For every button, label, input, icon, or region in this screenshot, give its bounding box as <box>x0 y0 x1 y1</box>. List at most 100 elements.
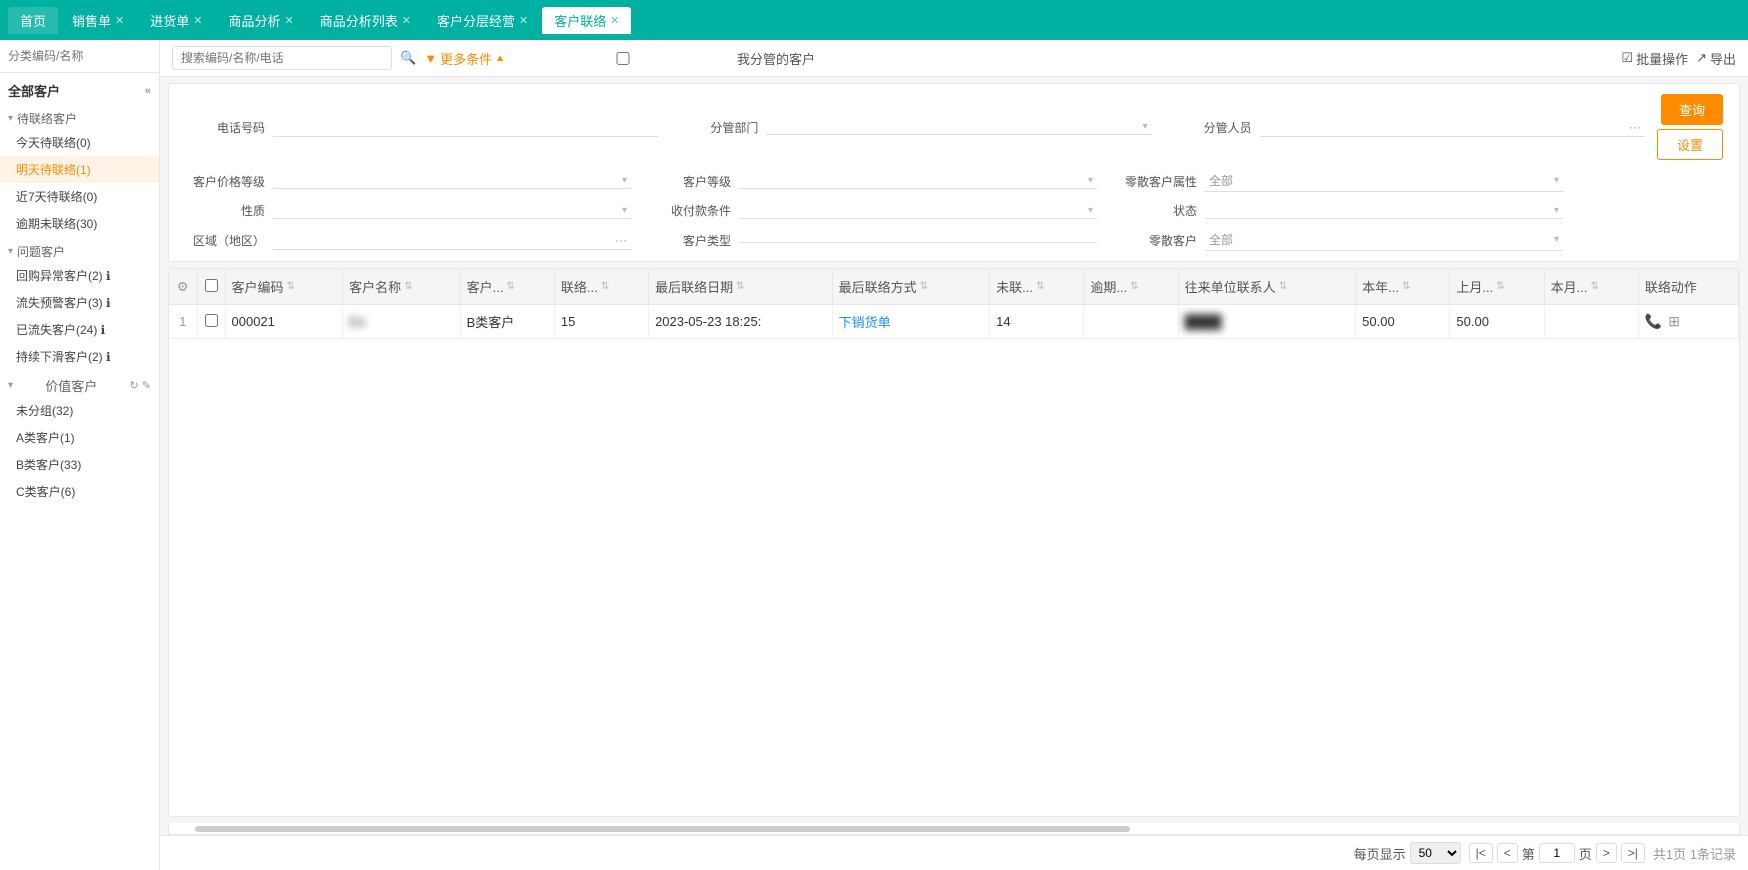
reset-button[interactable]: 设置 <box>1657 129 1723 160</box>
close-icon[interactable]: ✕ <box>285 14 294 27</box>
close-icon[interactable]: ✕ <box>193 14 202 27</box>
payment-label: 收付款条件 <box>651 202 731 219</box>
sidebar-item-overdue-contact[interactable]: 逾期未联络(30) <box>0 210 159 237</box>
checkbox-col-header <box>197 269 225 305</box>
chevron-down-icon: ▾ <box>622 205 627 216</box>
sidebar-item-tomorrow-contact[interactable]: 明天待联络(1) <box>0 156 159 183</box>
nav-product-analysis[interactable]: 商品分析 ✕ <box>216 7 305 34</box>
data-table-container: ⚙ 客户编码 ⇅ 客户名称 ⇅ 客户... ⇅ <box>168 268 1740 817</box>
search-input[interactable] <box>172 46 392 70</box>
last-contact-method-link[interactable]: 下销货单 <box>839 315 891 330</box>
nav-purchase[interactable]: 进货单 ✕ <box>138 7 214 34</box>
sidebar-item-b-class[interactable]: B类客户(33) <box>0 451 159 478</box>
filter-retail-attr: 零散客户属性 全部 ▾ <box>1117 170 1563 192</box>
more-icon[interactable]: ··· <box>1629 120 1641 134</box>
manager-select[interactable]: ··· <box>1260 118 1645 137</box>
filter-row-2: 客户价格等级 ▾ 客户等级 ▾ 零散客户属性 <box>185 170 1723 192</box>
retail-select[interactable]: 全部 ▾ <box>1205 229 1563 251</box>
sidebar-item-ungrouped[interactable]: 未分组(32) <box>0 397 159 424</box>
per-page-label: 每页显示 <box>1354 844 1406 863</box>
nav-purchase-label: 进货单 <box>150 11 189 30</box>
more-conditions-btn[interactable]: ▼ 更多条件 ▲ <box>424 49 505 68</box>
payment-select[interactable]: ▾ <box>739 203 1097 219</box>
nav-customer-contact[interactable]: 客户联络 ✕ <box>542 7 631 34</box>
customer-type-select[interactable] <box>739 238 1097 243</box>
more-icon[interactable]: ··· <box>615 233 627 247</box>
batch-operation-btn[interactable]: ☑ 批量操作 <box>1621 49 1688 68</box>
sidebar-item-churn-warning[interactable]: 流失预警客户(3) ℹ <box>0 289 159 316</box>
nav-customer-tier[interactable]: 客户分层经营 ✕ <box>425 7 540 34</box>
query-button[interactable]: 查询 <box>1661 94 1723 125</box>
chevron-down-icon: ▾ <box>1554 175 1559 186</box>
col-no-contact: 未联... ⇅ <box>990 269 1084 305</box>
nav-product-analysis-list[interactable]: 商品分析列表 ✕ <box>308 7 423 34</box>
chevron-down-icon: ▾ <box>1088 205 1093 216</box>
close-icon[interactable]: ✕ <box>115 14 124 27</box>
sidebar-item-c-class[interactable]: C类客户(6) <box>0 478 159 505</box>
sidebar-item-7days-contact[interactable]: 近7天待联络(0) <box>0 183 159 210</box>
per-page-container: 每页显示 50 10 20 100 <box>1354 842 1461 864</box>
dept-select[interactable]: ▾ <box>766 119 1151 135</box>
row-this-year: 50.00 <box>1356 305 1450 339</box>
chevron-down-icon: ▾ <box>1554 234 1559 245</box>
retail-attr-select[interactable]: 全部 ▾ <box>1205 170 1563 192</box>
sort-icon: ⇅ <box>1036 281 1044 292</box>
close-icon[interactable]: ✕ <box>402 14 411 27</box>
search-icon[interactable]: 🔍 <box>400 50 416 66</box>
grid-action-icon[interactable]: ⊞ <box>1668 313 1680 330</box>
my-customers-checkbox[interactable]: 我分管的客户 <box>513 49 815 68</box>
col-type: 客户... ⇅ <box>460 269 554 305</box>
sidebar-item-churned[interactable]: 已流失客户(24) ℹ <box>0 316 159 343</box>
row-code: 000021 <box>225 305 343 339</box>
nav-home[interactable]: 首页 <box>8 7 58 34</box>
row-no-contact-days: 14 <box>990 305 1084 339</box>
select-all-checkbox[interactable] <box>205 279 218 292</box>
table-header-row: ⚙ 客户编码 ⇅ 客户名称 ⇅ 客户... ⇅ <box>169 269 1739 305</box>
phone-input[interactable] <box>273 118 658 137</box>
close-icon[interactable]: ✕ <box>519 14 528 27</box>
customer-grade-select[interactable]: ▾ <box>739 173 1097 189</box>
sort-icon: ⇅ <box>1402 281 1410 292</box>
sidebar-item-a-class[interactable]: A类客户(1) <box>0 424 159 451</box>
sort-icon: ⇅ <box>1496 281 1504 292</box>
dept-label: 分管部门 <box>678 119 758 136</box>
page-unit: 页 <box>1579 844 1592 863</box>
my-customers-check[interactable] <box>513 52 733 65</box>
retail-attr-label: 零散客户属性 <box>1117 173 1197 190</box>
prev-page-btn[interactable]: < <box>1497 843 1518 863</box>
phone-action-icon[interactable]: 📞 <box>1645 313 1662 330</box>
page-input[interactable] <box>1539 843 1575 863</box>
collapse-icon[interactable]: « <box>145 85 151 97</box>
next-page-btn[interactable]: > <box>1596 843 1617 863</box>
phone-label: 电话号码 <box>185 119 265 136</box>
sidebar-item-today-contact[interactable]: 今天待联络(0) <box>0 129 159 156</box>
nav-sales[interactable]: 销售单 ✕ <box>60 7 136 34</box>
status-select[interactable]: ▾ <box>1205 203 1563 219</box>
close-icon[interactable]: ✕ <box>610 14 619 27</box>
row-checkbox[interactable] <box>205 314 218 327</box>
filter-region: 区域（地区） ··· <box>185 231 631 250</box>
nature-select[interactable]: ▾ <box>273 203 631 219</box>
chevron-down-icon: ▾ <box>1088 175 1093 186</box>
sidebar-item-declining[interactable]: 持续下滑客户(2) ℹ <box>0 343 159 370</box>
pagination: |< < 第 页 > >| <box>1469 843 1645 863</box>
all-customers-header[interactable]: 全部客户 « <box>0 73 159 104</box>
row-this-month <box>1544 305 1638 339</box>
region-select[interactable]: ··· <box>273 231 631 250</box>
main-layout: 🔍 全部客户 « 待联络客户 今天待联络(0) 明天待联络(1) 近7天待联络(… <box>0 40 1748 870</box>
settings-col-header[interactable]: ⚙ <box>169 269 197 305</box>
sidebar-item-abnormal-repurchase[interactable]: 回购异常客户(2) ℹ <box>0 262 159 289</box>
sidebar-search-container: 🔍 <box>0 40 159 73</box>
per-page-select[interactable]: 50 10 20 100 <box>1410 842 1461 864</box>
sidebar-search-input[interactable] <box>8 49 160 63</box>
content-area: 🔍 ▼ 更多条件 ▲ 我分管的客户 ☑ 批量操作 ↗ 导出 <box>160 40 1748 870</box>
row-contact-count: 15 <box>554 305 648 339</box>
first-page-btn[interactable]: |< <box>1469 843 1493 863</box>
price-grade-select[interactable]: ▾ <box>273 173 631 189</box>
last-page-btn[interactable]: >| <box>1621 843 1645 863</box>
nav-product-analysis-label: 商品分析 <box>228 11 280 30</box>
my-customers-label: 我分管的客户 <box>737 49 815 68</box>
row-name: Ea <box>343 305 461 339</box>
top-nav: 首页 销售单 ✕ 进货单 ✕ 商品分析 ✕ 商品分析列表 ✕ 客户分层经营 ✕ … <box>0 0 1748 40</box>
export-btn[interactable]: ↗ 导出 <box>1696 49 1736 68</box>
